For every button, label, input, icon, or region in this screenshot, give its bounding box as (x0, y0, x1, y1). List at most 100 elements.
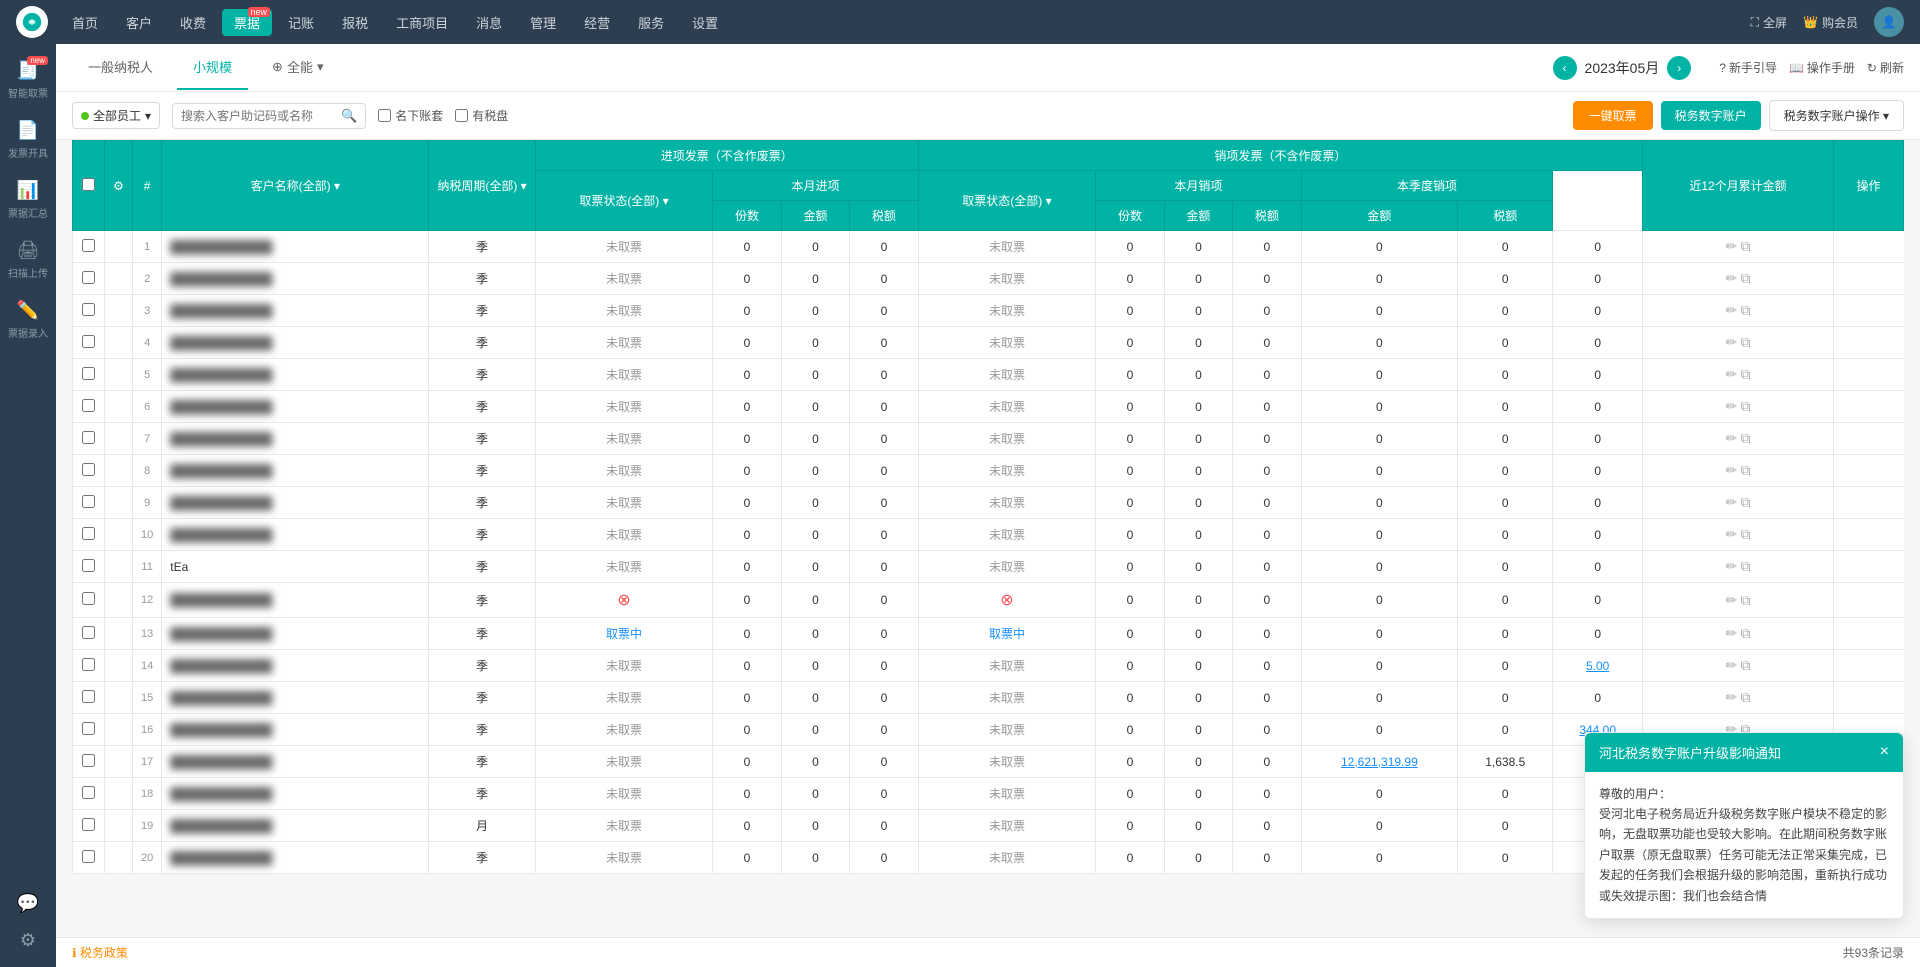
row-checkbox[interactable] (82, 399, 95, 412)
row-checkbox[interactable] (82, 239, 95, 252)
edit-icon[interactable]: ✏ (1725, 657, 1737, 673)
th-in-fetch-status[interactable]: 取票状态(全部) ▾ (535, 171, 713, 231)
copy-icon[interactable]: ⧉ (1741, 494, 1751, 510)
copy-icon[interactable]: ⧉ (1741, 302, 1751, 318)
checkbox-tax-disk[interactable]: 有税盘 (455, 107, 508, 124)
edit-icon[interactable]: ✏ (1725, 398, 1737, 414)
nav-item-operation[interactable]: 经营 (572, 9, 622, 36)
row-checkbox[interactable] (82, 271, 95, 284)
row-checkbox[interactable] (82, 626, 95, 639)
nav-item-service[interactable]: 服务 (626, 9, 676, 36)
tab-all-capable[interactable]: ⊕ 全能 ▾ (256, 45, 339, 90)
copy-icon[interactable]: ⧉ (1741, 526, 1751, 542)
copy-icon[interactable]: ⧉ (1741, 270, 1751, 286)
sub-tabs: 一般纳税人 小规模 ⊕ 全能 ▾ ‹ 2023年05月 › ? 新手引导 (56, 44, 1920, 92)
tab-general-taxpayer[interactable]: 一般纳税人 (72, 45, 169, 90)
row-checkbox[interactable] (82, 722, 95, 735)
select-all-checkbox[interactable] (82, 178, 95, 191)
row-checkbox[interactable] (82, 658, 95, 671)
fullscreen-button[interactable]: ⛶ 全屏 (1751, 14, 1787, 31)
sidebar-item-invoice-open[interactable]: 📄 发票开具 (2, 112, 54, 168)
edit-icon[interactable]: ✏ (1725, 689, 1737, 705)
copy-icon[interactable]: ⧉ (1741, 462, 1751, 478)
refresh-button[interactable]: ↻ 刷新 (1867, 59, 1904, 76)
search-input[interactable] (181, 109, 341, 123)
sidebar-item-scan-upload[interactable]: 🖨 扫描上传 (2, 232, 54, 288)
nav-item-settings[interactable]: 设置 (680, 9, 730, 36)
nav-item-manage[interactable]: 管理 (518, 9, 568, 36)
copy-icon[interactable]: ⧉ (1741, 366, 1751, 382)
th-settings[interactable]: ⚙ (105, 141, 133, 231)
row-checkbox[interactable] (82, 754, 95, 767)
sidebar-item-label: 票据录入 (8, 325, 48, 340)
edit-icon[interactable]: ✏ (1725, 526, 1737, 542)
period-next-button[interactable]: › (1667, 56, 1691, 80)
row-checkbox[interactable] (82, 431, 95, 444)
row-checkbox[interactable] (82, 367, 95, 380)
row-checkbox[interactable] (82, 303, 95, 316)
member-button[interactable]: 👑 购会员 (1803, 14, 1858, 31)
one-key-fetch-button[interactable]: 一键取票 (1573, 101, 1653, 130)
copy-icon[interactable]: ⧉ (1741, 657, 1751, 673)
tax-digital-account-button[interactable]: 税务数字账户 (1661, 101, 1761, 130)
edit-icon[interactable]: ✏ (1725, 334, 1737, 350)
nav-item-client[interactable]: 客户 (114, 9, 164, 36)
th-client-name[interactable]: 客户名称(全部) ▾ (162, 141, 429, 231)
edit-icon[interactable]: ✏ (1725, 366, 1737, 382)
edit-icon[interactable]: ✏ (1725, 302, 1737, 318)
settings-icon[interactable]: ⚙ (20, 930, 36, 951)
nav-item-business[interactable]: 工商项目 (384, 9, 460, 36)
copy-icon[interactable]: ⧉ (1741, 689, 1751, 705)
account-checkbox[interactable] (378, 109, 391, 122)
chat-icon[interactable]: 💬 (17, 893, 39, 914)
edit-icon[interactable]: ✏ (1725, 462, 1737, 478)
row-checkbox[interactable] (82, 559, 95, 572)
new-guide-button[interactable]: ? 新手引导 (1719, 59, 1777, 76)
row-checkbox[interactable] (82, 786, 95, 799)
row-checkbox[interactable] (82, 690, 95, 703)
edit-icon[interactable]: ✏ (1725, 625, 1737, 641)
copy-icon[interactable]: ⧉ (1741, 398, 1751, 414)
edit-icon[interactable]: ✏ (1725, 494, 1737, 510)
row-checkbox[interactable] (82, 495, 95, 508)
copy-icon[interactable]: ⧉ (1741, 625, 1751, 641)
checkbox-account[interactable]: 名下账套 (378, 107, 443, 124)
nav-item-message[interactable]: 消息 (464, 9, 514, 36)
sidebar-item-smart-fetch[interactable]: new 🧾 智能取票 (2, 52, 54, 108)
period-prev-button[interactable]: ‹ (1553, 56, 1577, 80)
th-out-fetch-status[interactable]: 取票状态(全部) ▾ (918, 171, 1096, 231)
nav-item-tax[interactable]: 报税 (330, 9, 380, 36)
sidebar-item-invoice-summary[interactable]: 📊 票据汇总 (2, 172, 54, 228)
edit-icon[interactable]: ✏ (1725, 558, 1737, 574)
notification-close-button[interactable]: × (1880, 743, 1889, 761)
nav-item-bookkeeping[interactable]: 记账 (276, 9, 326, 36)
row-checkbox[interactable] (82, 463, 95, 476)
tab-small-scale[interactable]: 小规模 (177, 45, 248, 90)
copy-icon[interactable]: ⧉ (1741, 334, 1751, 350)
th-tax-period[interactable]: 纳税周期(全部) ▾ (429, 141, 535, 231)
copy-icon[interactable]: ⧉ (1741, 592, 1751, 608)
row-checkbox[interactable] (82, 335, 95, 348)
edit-icon[interactable]: ✏ (1725, 592, 1737, 608)
row-checkbox[interactable] (82, 850, 95, 863)
nav-item-charge[interactable]: 收费 (168, 9, 218, 36)
edit-icon[interactable]: ✏ (1725, 270, 1737, 286)
row-checkbox[interactable] (82, 818, 95, 831)
copy-icon[interactable]: ⧉ (1741, 238, 1751, 254)
tax-period-cell: 季 (429, 746, 535, 778)
edit-icon[interactable]: ✏ (1725, 430, 1737, 446)
row-checkbox[interactable] (82, 527, 95, 540)
sidebar-item-invoice-entry[interactable]: ✏️ 票据录入 (2, 292, 54, 348)
operation-manual-button[interactable]: 📖 操作手册 (1789, 59, 1855, 76)
tax-policy-link[interactable]: ℹ 税务政策 (72, 944, 128, 961)
nav-item-home[interactable]: 首页 (60, 9, 110, 36)
edit-icon[interactable]: ✏ (1725, 238, 1737, 254)
employee-filter[interactable]: 全部员工 ▾ (72, 102, 160, 129)
row-checkbox[interactable] (82, 592, 95, 605)
avatar[interactable]: 👤 (1874, 7, 1904, 37)
copy-icon[interactable]: ⧉ (1741, 430, 1751, 446)
nav-item-invoice[interactable]: 票据 new (222, 9, 272, 36)
copy-icon[interactable]: ⧉ (1741, 558, 1751, 574)
tax-disk-checkbox[interactable] (455, 109, 468, 122)
tax-digital-account-op-button[interactable]: 税务数字账户操作 ▾ (1769, 100, 1904, 131)
